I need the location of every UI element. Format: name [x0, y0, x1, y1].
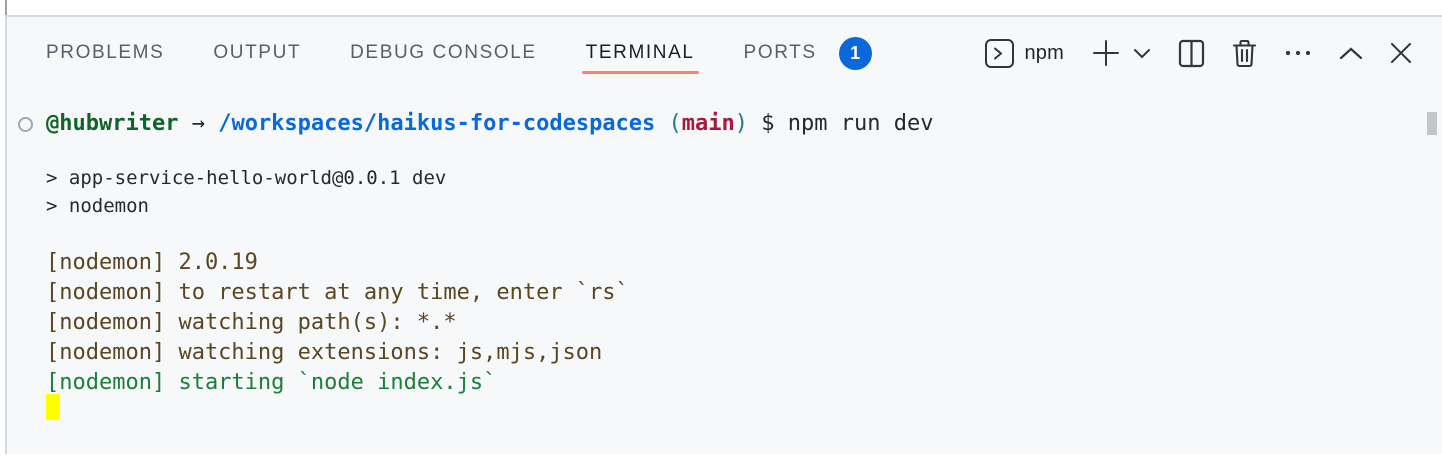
terminal-scrollbar-thumb[interactable]: [1427, 112, 1437, 135]
editor-divider: [5, 0, 7, 16]
chevron-down-icon: [1133, 48, 1151, 59]
plus-icon: [1091, 38, 1121, 68]
prompt-command: $ npm run dev: [761, 111, 933, 136]
prompt-paren-open: (: [669, 111, 682, 136]
npm-script-output: > app-service-hello-world@0.0.1 dev> nod…: [46, 164, 446, 220]
terminal-output-line: [nodemon] starting `node index.js`: [46, 368, 629, 398]
editor-area-above: [0, 0, 1442, 15]
new-terminal-button[interactable]: [1091, 38, 1121, 68]
more-actions-button[interactable]: [1284, 49, 1312, 57]
terminal-output-line: [nodemon] watching path(s): *.*: [46, 308, 629, 338]
ports-count-badge: 1: [839, 37, 872, 70]
terminal-output-line: > app-service-hello-world@0.0.1 dev: [46, 164, 446, 192]
shell-label: npm: [1024, 42, 1064, 65]
split-terminal-button[interactable]: [1178, 39, 1205, 68]
panel-tabs: PROBLEMS OUTPUT DEBUG CONSOLE TERMINAL P…: [46, 30, 872, 76]
terminal-cursor: [46, 394, 60, 420]
vscode-panel-region: PROBLEMS OUTPUT DEBUG CONSOLE TERMINAL P…: [0, 0, 1442, 462]
prompt-user: @hubwriter: [46, 111, 178, 136]
close-panel-button[interactable]: [1390, 42, 1412, 64]
terminal-output-line: [nodemon] 2.0.19: [46, 248, 629, 278]
prompt-git-branch: main: [682, 111, 735, 136]
terminal-actions: npm: [984, 38, 1412, 69]
tab-problems[interactable]: PROBLEMS: [46, 30, 164, 76]
prompt-arrow: →: [192, 111, 205, 136]
terminal-prompt-line: @hubwriter → /workspaces/haikus-for-code…: [46, 109, 933, 139]
tab-output[interactable]: OUTPUT: [213, 30, 301, 76]
chevron-up-icon: [1339, 47, 1363, 60]
split-panel-icon: [1178, 39, 1205, 68]
trash-icon: [1232, 39, 1257, 68]
ellipsis-icon: [1284, 49, 1312, 57]
maximize-panel-button[interactable]: [1339, 47, 1363, 60]
nodemon-output: [nodemon] 2.0.19[nodemon] to restart at …: [46, 248, 629, 398]
shell-selector[interactable]: npm: [984, 38, 1064, 69]
launch-profile-dropdown[interactable]: [1133, 48, 1151, 59]
panel-tabbar: PROBLEMS OUTPUT DEBUG CONSOLE TERMINAL P…: [7, 17, 1442, 89]
tab-terminal[interactable]: TERMINAL: [586, 30, 695, 76]
tab-ports-wrap: PORTS 1: [744, 30, 872, 76]
tab-debug-console[interactable]: DEBUG CONSOLE: [350, 30, 537, 76]
terminal-output-line: [nodemon] to restart at any time, enter …: [46, 278, 629, 308]
terminal-output-line: > nodemon: [46, 192, 446, 220]
prompt-paren-close: ): [735, 111, 748, 136]
kill-terminal-button[interactable]: [1232, 39, 1257, 68]
command-decoration-icon[interactable]: [18, 117, 33, 132]
new-terminal-group: [1091, 38, 1151, 68]
terminal-icon: [984, 38, 1015, 69]
tab-ports[interactable]: PORTS: [744, 30, 817, 76]
terminal-output-line: [nodemon] watching extensions: js,mjs,js…: [46, 338, 629, 368]
prompt-cwd: /workspaces/haikus-for-codespaces: [218, 111, 655, 136]
close-icon: [1390, 42, 1412, 64]
